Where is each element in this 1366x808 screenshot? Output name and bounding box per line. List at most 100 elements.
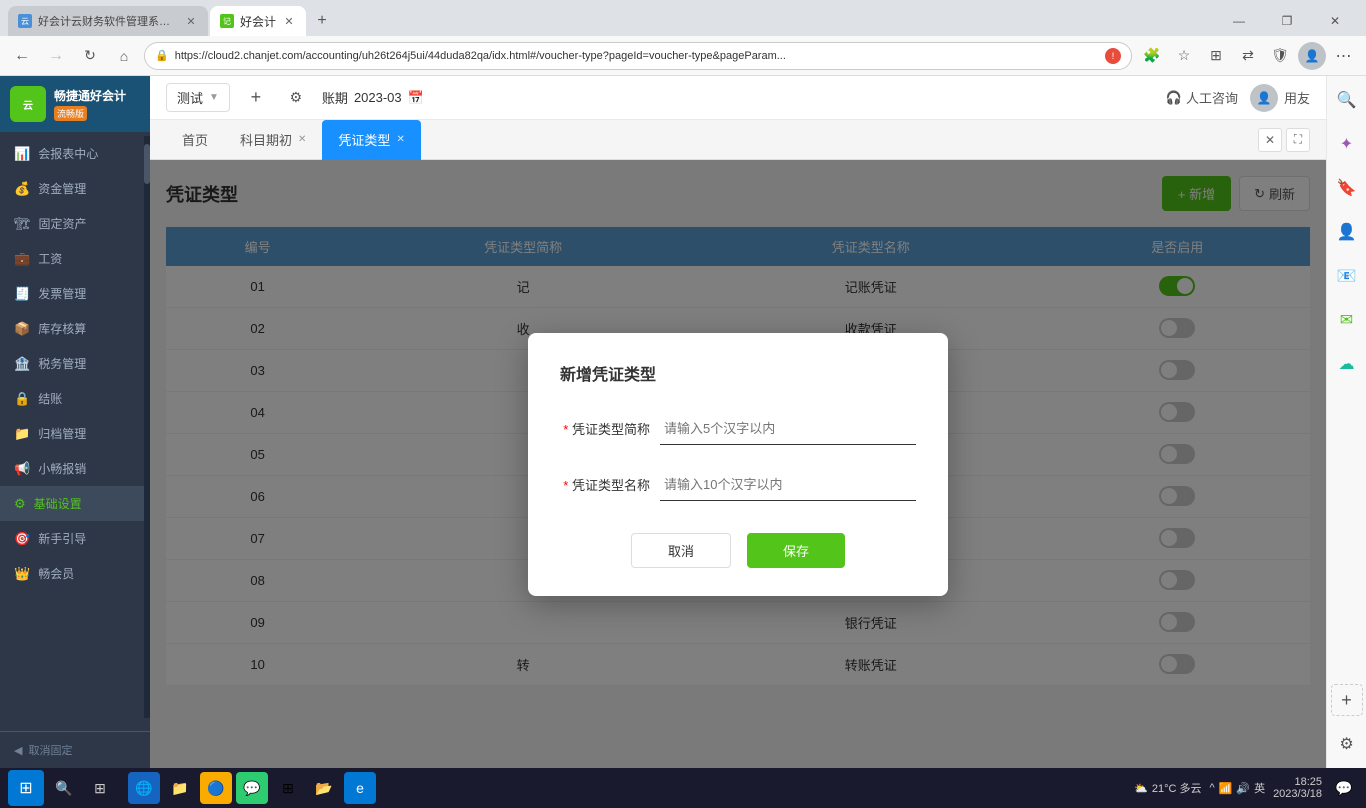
wifi-icon[interactable]: 📶 [1219,782,1233,795]
taskbar-app-grid[interactable]: ⊞ [272,772,304,804]
sidebar-item-funds[interactable]: 💰 资金管理 [0,171,150,206]
right-feather-btn[interactable]: ✉ [1331,304,1363,336]
name-input[interactable] [660,469,916,501]
home-btn[interactable]: ⌂ [110,42,138,70]
taskbar-app-folder[interactable]: 📂 [308,772,340,804]
chevron-icon[interactable]: ^ [1209,782,1214,794]
workspace-settings-btn[interactable]: ⚙ [282,84,310,112]
browser-chrome: 云 好会计云财务软件管理系统_会计 ✕ 记 好会计 ✕ + — ❐ ✕ ← → … [0,0,1366,76]
right-star-btn[interactable]: ✦ [1331,128,1363,160]
taskbar-app-wechat[interactable]: 💬 [236,772,268,804]
top-bar: 测试 ▼ + ⚙ 账期 2023-03 📅 🎧 人工咨询 👤 用友 [150,76,1326,120]
taskbar-app-chrome[interactable]: 🔵 [200,772,232,804]
browser-tab-active[interactable]: 记 好会计 ✕ [210,6,306,36]
name-field-label: * 凭证类型名称 [560,475,660,494]
sidebar-item-assets[interactable]: 🏗 固定资产 [0,206,150,241]
taskbar-task-view-btn[interactable]: ⊞ [84,772,116,804]
sidebar-nav: 📊 会报表中心 💰 资金管理 🏗 固定资产 💼 工资 🧾 发票管理 📦 [0,132,150,731]
sidebar-item-inventory[interactable]: 📦 库存核算 [0,311,150,346]
volume-icon[interactable]: 🔊 [1236,782,1250,795]
browser-tab-inactive[interactable]: 云 好会计云财务软件管理系统_会计 ✕ [8,6,208,36]
tab-home[interactable]: 首页 [166,120,224,160]
taskbar-time: 18:25 [1273,776,1322,788]
minimize-btn[interactable]: — [1216,6,1262,36]
tab-close[interactable]: ✕ [184,14,198,28]
sidebar-item-salary[interactable]: 💼 工资 [0,241,150,276]
add-workspace-btn[interactable]: + [242,84,270,112]
shield-btn[interactable]: 🛡 [1266,42,1294,70]
browser-controls: ← → ↻ ⌂ 🔒 https://cloud2.chanjet.com/acc… [0,36,1366,76]
sidebar-item-invoice[interactable]: 🧾 发票管理 [0,276,150,311]
refresh-browser-btn[interactable]: ↻ [76,42,104,70]
taskbar-time-display[interactable]: 18:25 2023/3/18 [1273,776,1322,800]
tab-close-active[interactable]: ✕ [282,14,296,28]
right-plus-btn[interactable]: + [1331,684,1363,716]
taskbar-app-browser[interactable]: 🌐 [128,772,160,804]
save-button[interactable]: 保存 [747,533,845,568]
right-user-btn[interactable]: 👤 [1331,216,1363,248]
tab-title-active: 好会计 [240,13,276,30]
address-lock: 🔒 [155,49,169,62]
close-btn[interactable]: ✕ [1312,6,1358,36]
tab-subjects[interactable]: 科目期初 ✕ [224,120,322,160]
back-btn[interactable]: ← [8,42,36,70]
funds-icon: 💰 [14,181,30,197]
sync-btn[interactable]: ⇄ [1234,42,1262,70]
taskbar-weather[interactable]: ⛅ 21°C 多云 [1134,780,1201,796]
sidebar-item-settings[interactable]: ⚙ 基础设置 [0,486,150,521]
taskbar-app-edge[interactable]: e [344,772,376,804]
logo-title: 畅捷通好会计 [54,87,126,104]
app-container: 云 畅捷通好会计 流畅版 📊 会报表中心 💰 资金管理 🏗 固定资产 💼 工资 [0,76,1366,768]
name-field-row: * 凭证类型名称 [560,469,916,501]
sidebar-footer[interactable]: ◀ 取消固定 [0,731,150,768]
right-settings-btn[interactable]: ⚙ [1331,728,1363,760]
tab-minimize-btn[interactable]: ✕ [1258,128,1282,152]
vip-icon: 👑 [14,566,30,582]
sidebar-item-expense[interactable]: 📢 小畅报销 [0,451,150,486]
archive-icon: 📁 [14,426,30,442]
tab-subjects-label: 科目期初 [240,130,292,149]
taskbar-search-btn[interactable]: 🔍 [48,772,80,804]
consult-btn[interactable]: 🎧 人工咨询 [1166,88,1238,107]
tab-voucher-close[interactable]: ✕ [396,134,404,145]
sidebar-item-reports[interactable]: 📊 会报表中心 [0,136,150,171]
user-name: 用友 [1284,88,1310,107]
right-outlook-btn[interactable]: 📧 [1331,260,1363,292]
abbr-input[interactable] [660,413,916,445]
taskbar-app-explorer[interactable]: 📁 [164,772,196,804]
tab-maximize-btn[interactable]: ⛶ [1286,128,1310,152]
expense-label: 小畅报销 [38,460,86,477]
start-btn[interactable]: ⊞ [8,770,44,806]
forward-btn[interactable]: → [42,42,70,70]
address-bar[interactable]: 🔒 https://cloud2.chanjet.com/accounting/… [144,42,1132,70]
view-btn[interactable]: ⊞ [1202,42,1230,70]
profile-btn[interactable]: 👤 [1298,42,1326,70]
sidebar-item-archive[interactable]: 📁 归档管理 [0,416,150,451]
tab-voucher-type[interactable]: 凭证类型 ✕ [322,120,420,160]
user-info[interactable]: 👤 用友 [1250,84,1310,112]
modal-overlay[interactable]: 新增凭证类型 * 凭证类型简称 * 凭证类型名称 [150,160,1326,768]
more-btn[interactable]: ⋯ [1330,42,1358,70]
right-search-btn[interactable]: 🔍 [1331,84,1363,116]
right-cloud-btn[interactable]: ☁ [1331,348,1363,380]
sidebar-item-guide[interactable]: 🎯 新手引导 [0,521,150,556]
abbr-label-text: 凭证类型简称 [572,422,650,437]
notification-btn[interactable]: 💬 [1330,774,1358,802]
sidebar-item-checkout[interactable]: 🔒 结账 [0,381,150,416]
tab-subjects-close[interactable]: ✕ [298,134,306,145]
right-bookmark-btn[interactable]: 🔖 [1331,172,1363,204]
star-btn[interactable]: ☆ [1170,42,1198,70]
sidebar-item-tax[interactable]: 🏦 税务管理 [0,346,150,381]
maximize-btn[interactable]: ❐ [1264,6,1310,36]
sidebar-item-vip[interactable]: 👑 畅会员 [0,556,150,591]
workspace-selector[interactable]: 测试 ▼ [166,83,230,112]
guide-icon: 🎯 [14,531,30,547]
assets-label: 固定资产 [39,215,87,232]
tab-title: 好会计云财务软件管理系统_会计 [38,13,178,29]
extensions-btn[interactable]: 🧩 [1138,42,1166,70]
cancel-button[interactable]: 取消 [631,533,731,568]
new-tab-btn[interactable]: + [308,7,336,35]
funds-label: 资金管理 [38,180,86,197]
period-calendar-icon[interactable]: 📅 [408,90,424,106]
abbr-field-label: * 凭证类型简称 [560,419,660,438]
